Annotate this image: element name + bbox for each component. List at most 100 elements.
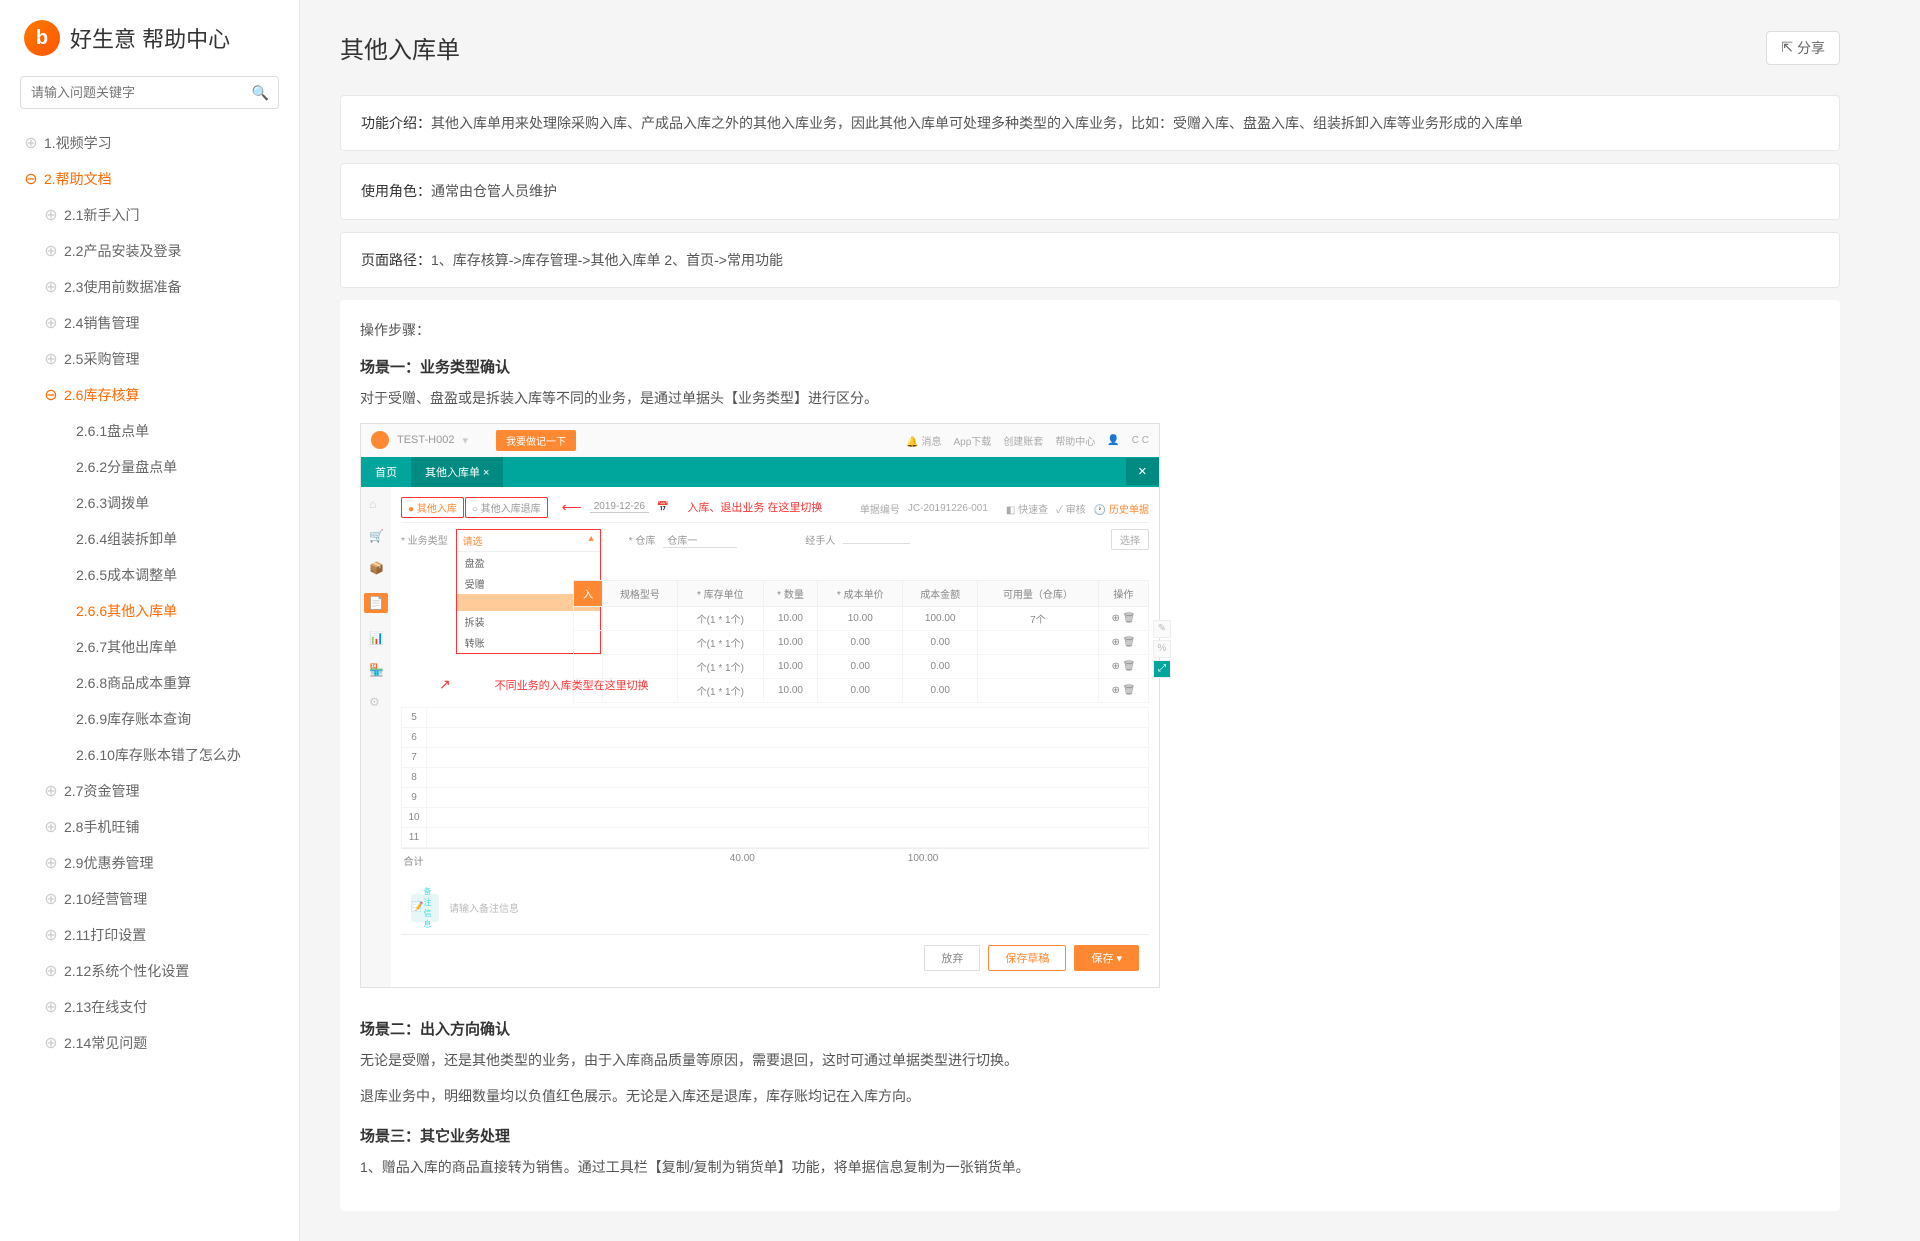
th: 入 (574, 580, 603, 606)
nav-label: 2.6.7其他出库单 (76, 637, 177, 657)
scr-account: TEST-H002 (397, 434, 454, 446)
plus-icon: ⊕ (44, 208, 58, 222)
nav-2-6-2[interactable]: 2.6.2分量盘点单 (0, 449, 299, 485)
plus-icon: ⊕ (44, 856, 58, 870)
th: 操作 (1098, 580, 1148, 606)
nav-label: 2.6.6其他入库单 (76, 601, 177, 621)
nav-2-4[interactable]: ⊕2.4销售管理 (0, 305, 299, 341)
scr-avatar-icon: 👤 (1107, 435, 1119, 446)
nav-2-6-1[interactable]: 2.6.1盘点单 (0, 413, 299, 449)
scr-radio-row: ● 其他入库 ○ 其他入库退库 ⟵ 2019-12-26 📅 入库、退出业务 在… (401, 493, 1149, 523)
scr-tab-home: 首页 (361, 457, 411, 487)
nav-2-1[interactable]: ⊕ 2.1新手入门 (0, 197, 299, 233)
nav-2-6-3[interactable]: 2.6.3调拨单 (0, 485, 299, 521)
scr-user: C C (1132, 435, 1149, 446)
nav-label: 2.9优惠券管理 (64, 853, 153, 873)
lbl-manager: 经手人 (805, 529, 835, 547)
nav-2-14[interactable]: ⊕2.14常见问题 (0, 1025, 299, 1061)
tool-icon: ✎ (1153, 620, 1171, 638)
nav-label: 2.3使用前数据准备 (64, 277, 181, 297)
nav-2-10[interactable]: ⊕2.10经营管理 (0, 881, 299, 917)
search-box: 🔍 (20, 76, 279, 109)
nav-list: ⊕1.视频学习 ⊖2.帮助文档 ⊕2.1新手入门 ⊕2.2产品安装及登录 ⊕2.… (0, 125, 299, 1061)
main-content: 其他入库单 ⇱ 分享 功能介绍：其他入库单用来处理除采购入库、产成品入库之外的其… (300, 0, 1880, 1241)
nav-label: 2.11打印设置 (64, 925, 146, 945)
role-box: 使用角色：通常由仓管人员维护 (340, 163, 1840, 219)
nav-2-6[interactable]: ⊖2.6库存核算 (0, 377, 299, 413)
scr-main: ● 其他入库 ○ 其他入库退库 ⟵ 2019-12-26 📅 入库、退出业务 在… (391, 487, 1159, 987)
nav-label: 2.10经营管理 (64, 889, 147, 909)
nav-label: 2.7资金管理 (64, 781, 139, 801)
nav-2-11[interactable]: ⊕ 2.11打印设置 (0, 917, 299, 953)
logo-icon: b (24, 20, 60, 56)
lbl-type: * 业务类型 (401, 529, 448, 547)
scr-date: 2019-12-26 (590, 501, 649, 513)
share-button[interactable]: ⇱ 分享 (1766, 31, 1840, 65)
scr-app: App下载 (954, 433, 992, 448)
nav-help-docs[interactable]: ⊖2.帮助文档 (0, 161, 299, 197)
role-text: 通常由仓管人员维护 (431, 183, 557, 199)
scenario3-text1: 1、赠品入库的商品直接转为销售。通过工具栏【复制/复制为销货单】功能，将单据信息… (360, 1156, 1820, 1180)
search-input[interactable] (20, 76, 279, 109)
annotation-2: 不同业务的入库类型在这里切换 (495, 680, 649, 692)
nav-2-7[interactable]: ⊕2.7资金管理 (0, 773, 299, 809)
nav-label: 2.13在线支付 (64, 997, 147, 1017)
gear-icon: ⚙ (369, 695, 383, 709)
scenario1-text: 对于受赠、盘盈或是拆装入库等不同的业务，是通过单据头【业务类型】进行区分。 (360, 387, 1820, 411)
dropdown-selected: 请选▴ (457, 530, 600, 552)
nav-label: 2.12系统个性化设置 (64, 961, 189, 981)
scr-radio-out: ○ 其他入库退库 (465, 497, 548, 518)
th: * 库存单位 (677, 580, 763, 606)
nav-2-6-7[interactable]: 2.6.7其他出库单 (0, 629, 299, 665)
share-label: 分享 (1797, 38, 1825, 58)
th: 规格型号 (603, 580, 678, 606)
th: 可用量（仓库） (978, 580, 1099, 606)
nav-video[interactable]: ⊕1.视频学习 (0, 125, 299, 161)
scr-side-nav: ⌂ 🛒 📦 📄 📊 🏪 ⚙ (361, 487, 391, 987)
nav-label: 1.视频学习 (44, 133, 112, 153)
intro-text: 其他入库单用来处理除采购入库、产成品入库之外的其他入库业务，因此其他入库单可处理… (431, 115, 1523, 131)
note-placeholder: 请输入备注信息 (449, 900, 519, 915)
nav-label: 2.6.1盘点单 (76, 421, 149, 441)
plus-icon: ⊕ (44, 316, 58, 330)
nav-2-6-10[interactable]: 2.6.10库存账本错了怎么办 (0, 737, 299, 773)
scr-totals: 合计40.00100.00 (401, 848, 1149, 872)
th: 成本金额 (903, 580, 978, 606)
note-icon: 📝备注信息 (411, 894, 439, 922)
arrow-icon: ↗ (439, 676, 451, 692)
nav-2-12[interactable]: ⊕2.12系统个性化设置 (0, 953, 299, 989)
share-icon: ⇱ (1781, 39, 1793, 56)
nav-2-9[interactable]: ⊕ 2.9优惠券管理 (0, 845, 299, 881)
arrow-icon: ⟵ (562, 499, 582, 516)
nav-label: 2.6.2分量盘点单 (76, 457, 177, 477)
nav-2-5[interactable]: ⊕2.5采购管理 (0, 341, 299, 377)
plus-icon: ⊕ (44, 928, 58, 942)
nav-2-3[interactable]: ⊕ 2.3使用前数据准备 (0, 269, 299, 305)
plus-icon: ⊕ (44, 280, 58, 294)
plus-icon: ⊕ (44, 1036, 58, 1050)
scr-doc-right: 单据编号 JC-20191226-001 ◧ 快速查 ✓ 审核 🕐 历史单据 (860, 501, 1149, 516)
scenario2-title: 场景二：出入方向确认 (360, 1018, 1820, 1039)
nav-2-8[interactable]: ⊕2.8手机旺铺 (0, 809, 299, 845)
nav-2-6-9[interactable]: 2.6.9库存账本查询 (0, 701, 299, 737)
embedded-screenshot: TEST-H002 ▾ 我要做记一下 🔔 消息 App下载 创建账套 帮助中心 … (360, 423, 1160, 988)
nav-label: 2.2产品安装及登录 (64, 241, 181, 261)
cart-icon: 🛒 (369, 529, 383, 543)
nav-label: 2.6库存核算 (64, 385, 139, 405)
sidebar: b 好生意 帮助中心 🔍 ⊕1.视频学习 ⊖2.帮助文档 ⊕2.1新手入门 ⊕2… (0, 0, 300, 1241)
chart-icon: 📊 (369, 631, 383, 645)
nav-2-6-4[interactable]: 2.6.4组装拆卸单 (0, 521, 299, 557)
nav-2-2[interactable]: ⊕2.2产品安装及登录 (0, 233, 299, 269)
nav-label: 2.1新手入门 (64, 205, 139, 225)
nav-2-6-8[interactable]: 2.6.8商品成本重算 (0, 665, 299, 701)
page-title: 其他入库单 (340, 30, 460, 65)
search-icon[interactable]: 🔍 (252, 84, 269, 101)
nav-2-6-5[interactable]: 2.6.5成本调整单 (0, 557, 299, 593)
nav-2-6-6[interactable]: 2.6.6其他入库单 (0, 593, 299, 629)
page-header: 其他入库单 ⇱ 分享 (340, 30, 1840, 65)
th: * 成本单价 (818, 580, 903, 606)
path-box: 页面路径：1、库存核算->库存管理->其他入库单 2、首页->常用功能 (340, 232, 1840, 288)
nav-2-13[interactable]: ⊕2.13在线支付 (0, 989, 299, 1025)
th: * 数量 (763, 580, 817, 606)
doc-no-label: 单据编号 (860, 501, 900, 516)
